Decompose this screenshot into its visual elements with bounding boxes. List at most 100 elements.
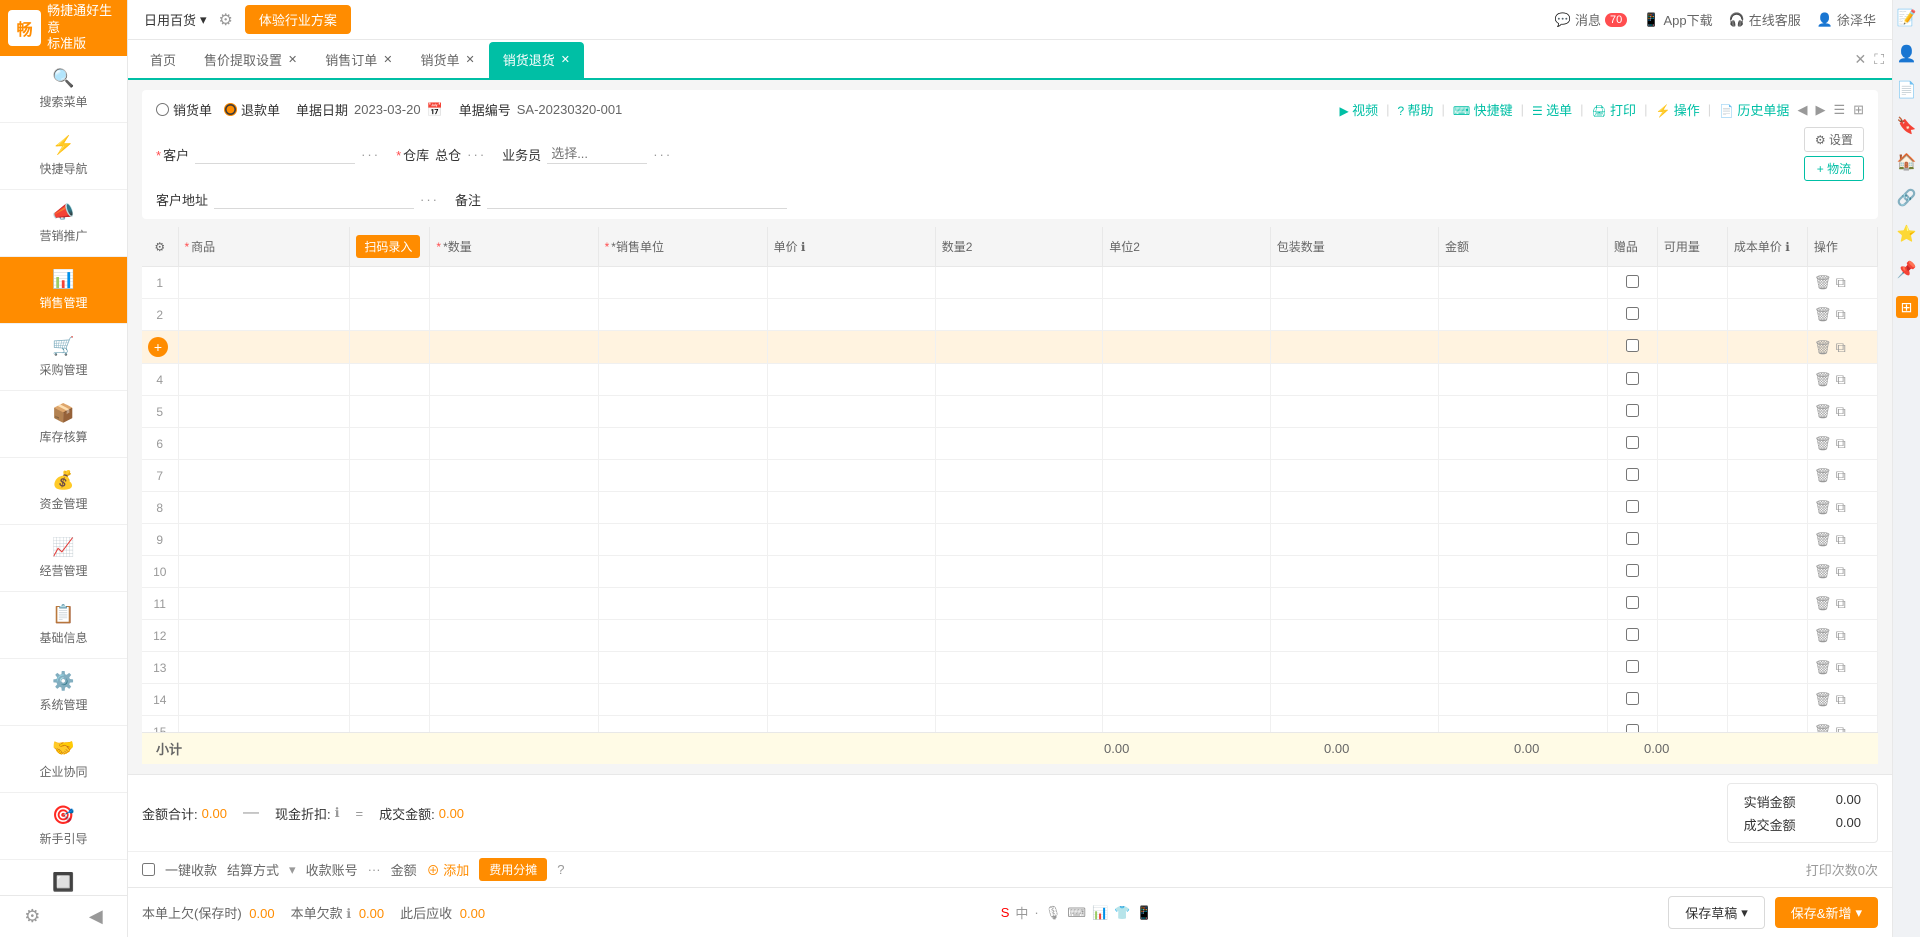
price-cell-2[interactable] [767, 299, 935, 331]
copy-row-icon-1[interactable]: ⧉ [1836, 274, 1846, 291]
qty2-input-11[interactable] [942, 594, 1096, 613]
delete-row-icon-1[interactable]: 🗑 [1814, 274, 1832, 291]
video-link[interactable]: ▶ 视频 [1340, 100, 1379, 119]
price-cell-9[interactable] [767, 524, 935, 556]
amount-input-9[interactable] [1445, 530, 1601, 549]
gift-checkbox-4[interactable] [1626, 372, 1639, 385]
product-input-8[interactable] [185, 498, 344, 517]
pack-cell-2[interactable] [1270, 299, 1438, 331]
staff-input[interactable] [547, 144, 647, 164]
center-icon-1[interactable]: 中 [1015, 903, 1028, 922]
center-icon-2[interactable]: · [1034, 905, 1038, 920]
qty2-input-2[interactable] [942, 305, 1096, 324]
gift-checkbox-14[interactable] [1626, 692, 1639, 705]
unit2-cell-1[interactable] [1103, 267, 1270, 299]
col-settings[interactable]: ⚙ [142, 227, 178, 267]
unit-input-3[interactable] [605, 338, 761, 357]
scan-button[interactable]: 扫码录入 [356, 235, 420, 258]
gift-cell-5[interactable] [1607, 396, 1657, 428]
unit-cell-3[interactable] [598, 331, 767, 364]
amount-cell-6[interactable] [1438, 428, 1607, 460]
rs-icon-2[interactable]: 👤 [1897, 44, 1917, 64]
unit-cell-13[interactable] [598, 652, 767, 684]
product-input-2[interactable] [185, 305, 344, 324]
trial-button[interactable]: 体验行业方案 [245, 5, 351, 34]
product-cell-1[interactable] [178, 267, 350, 299]
qty2-input-12[interactable] [942, 626, 1096, 645]
pack-cell-6[interactable] [1270, 428, 1438, 460]
qty2-input-7[interactable] [942, 466, 1096, 485]
price-cell-11[interactable] [767, 588, 935, 620]
qty-cell-12[interactable] [430, 620, 598, 652]
amount-cell-2[interactable] [1438, 299, 1607, 331]
unit2-input-12[interactable] [1109, 626, 1263, 645]
amount-input-10[interactable] [1445, 562, 1601, 581]
pack-cell-8[interactable] [1270, 492, 1438, 524]
product-cell-15[interactable] [178, 716, 350, 733]
rs-icon-1[interactable]: 📝 [1897, 8, 1917, 28]
delete-row-icon-3[interactable]: 🗑 [1814, 339, 1832, 356]
product-cell-2[interactable] [178, 299, 350, 331]
add-row-button[interactable]: + [148, 337, 168, 357]
sidebar-item-operation[interactable]: 📈 经营管理 [0, 525, 127, 592]
pack-cell-9[interactable] [1270, 524, 1438, 556]
maximize-icon[interactable]: ⛶ [1874, 51, 1884, 68]
amount-input-12[interactable] [1445, 626, 1601, 645]
qty2-cell-5[interactable] [935, 396, 1102, 428]
close-tab-sale-return[interactable]: ✕ [561, 53, 570, 66]
shortcut-link[interactable]: ⌨ 快捷键 [1453, 100, 1513, 119]
account-select[interactable]: ··· [368, 862, 381, 877]
amount-cell-14[interactable] [1438, 684, 1607, 716]
qty-cell-13[interactable] [430, 652, 598, 684]
amount-cell-3[interactable] [1438, 331, 1607, 364]
qty2-input-15[interactable] [942, 722, 1096, 732]
unit-input-8[interactable] [605, 498, 761, 517]
qty-input-7[interactable] [436, 466, 591, 485]
price-input-9[interactable] [774, 530, 929, 549]
product-input-4[interactable] [185, 370, 344, 389]
price-cell-1[interactable] [767, 267, 935, 299]
qty2-input-13[interactable] [942, 658, 1096, 677]
pack-input-7[interactable] [1277, 466, 1432, 485]
amount-cell-8[interactable] [1438, 492, 1607, 524]
message-button[interactable]: 💬 消息 70 [1555, 10, 1627, 29]
delete-row-icon-8[interactable]: 🗑 [1814, 499, 1832, 516]
delete-row-icon-15[interactable]: 🗑 [1814, 723, 1832, 732]
unit-input-7[interactable] [605, 466, 761, 485]
pack-input-11[interactable] [1277, 594, 1432, 613]
price-cell-13[interactable] [767, 652, 935, 684]
pack-cell-12[interactable] [1270, 620, 1438, 652]
price-cell-10[interactable] [767, 556, 935, 588]
minus-icon[interactable]: — [243, 804, 259, 822]
price-cell-4[interactable] [767, 364, 935, 396]
price-input-8[interactable] [774, 498, 929, 517]
qty-input-6[interactable] [436, 434, 591, 453]
sidebar-item-enterprise[interactable]: 🤝 企业协同 [0, 726, 127, 793]
fee-split-button[interactable]: 费用分摊 [479, 858, 547, 881]
qty-input-15[interactable] [436, 722, 591, 732]
amount-cell-4[interactable] [1438, 364, 1607, 396]
qty-cell-4[interactable] [430, 364, 598, 396]
unit-cell-14[interactable] [598, 684, 767, 716]
delete-row-icon-4[interactable]: 🗑 [1814, 371, 1832, 388]
unit2-input-2[interactable] [1109, 305, 1263, 324]
amount-cell-5[interactable] [1438, 396, 1607, 428]
amount-input-3[interactable] [1445, 338, 1601, 357]
qty-cell-15[interactable] [430, 716, 598, 733]
tab-home[interactable]: 首页 [136, 42, 190, 79]
tab-sale-delivery[interactable]: 销货单 ✕ [406, 42, 488, 79]
unit2-cell-6[interactable] [1103, 428, 1270, 460]
price-cell-3[interactable] [767, 331, 935, 364]
sidebar-item-sales[interactable]: 📊 销售管理 [0, 257, 127, 324]
unit2-input-1[interactable] [1109, 273, 1263, 292]
qty-cell-14[interactable] [430, 684, 598, 716]
price-cell-5[interactable] [767, 396, 935, 428]
fee-help-icon[interactable]: ? [557, 862, 564, 877]
gift-cell-4[interactable] [1607, 364, 1657, 396]
unit2-input-10[interactable] [1109, 562, 1263, 581]
product-cell-3[interactable] [178, 331, 350, 364]
unit-cell-12[interactable] [598, 620, 767, 652]
history-link[interactable]: 📄 历史单据 [1719, 100, 1789, 119]
delete-row-icon-11[interactable]: 🗑 [1814, 595, 1832, 612]
sidebar-item-search[interactable]: 🔍 搜索菜单 [0, 56, 127, 123]
